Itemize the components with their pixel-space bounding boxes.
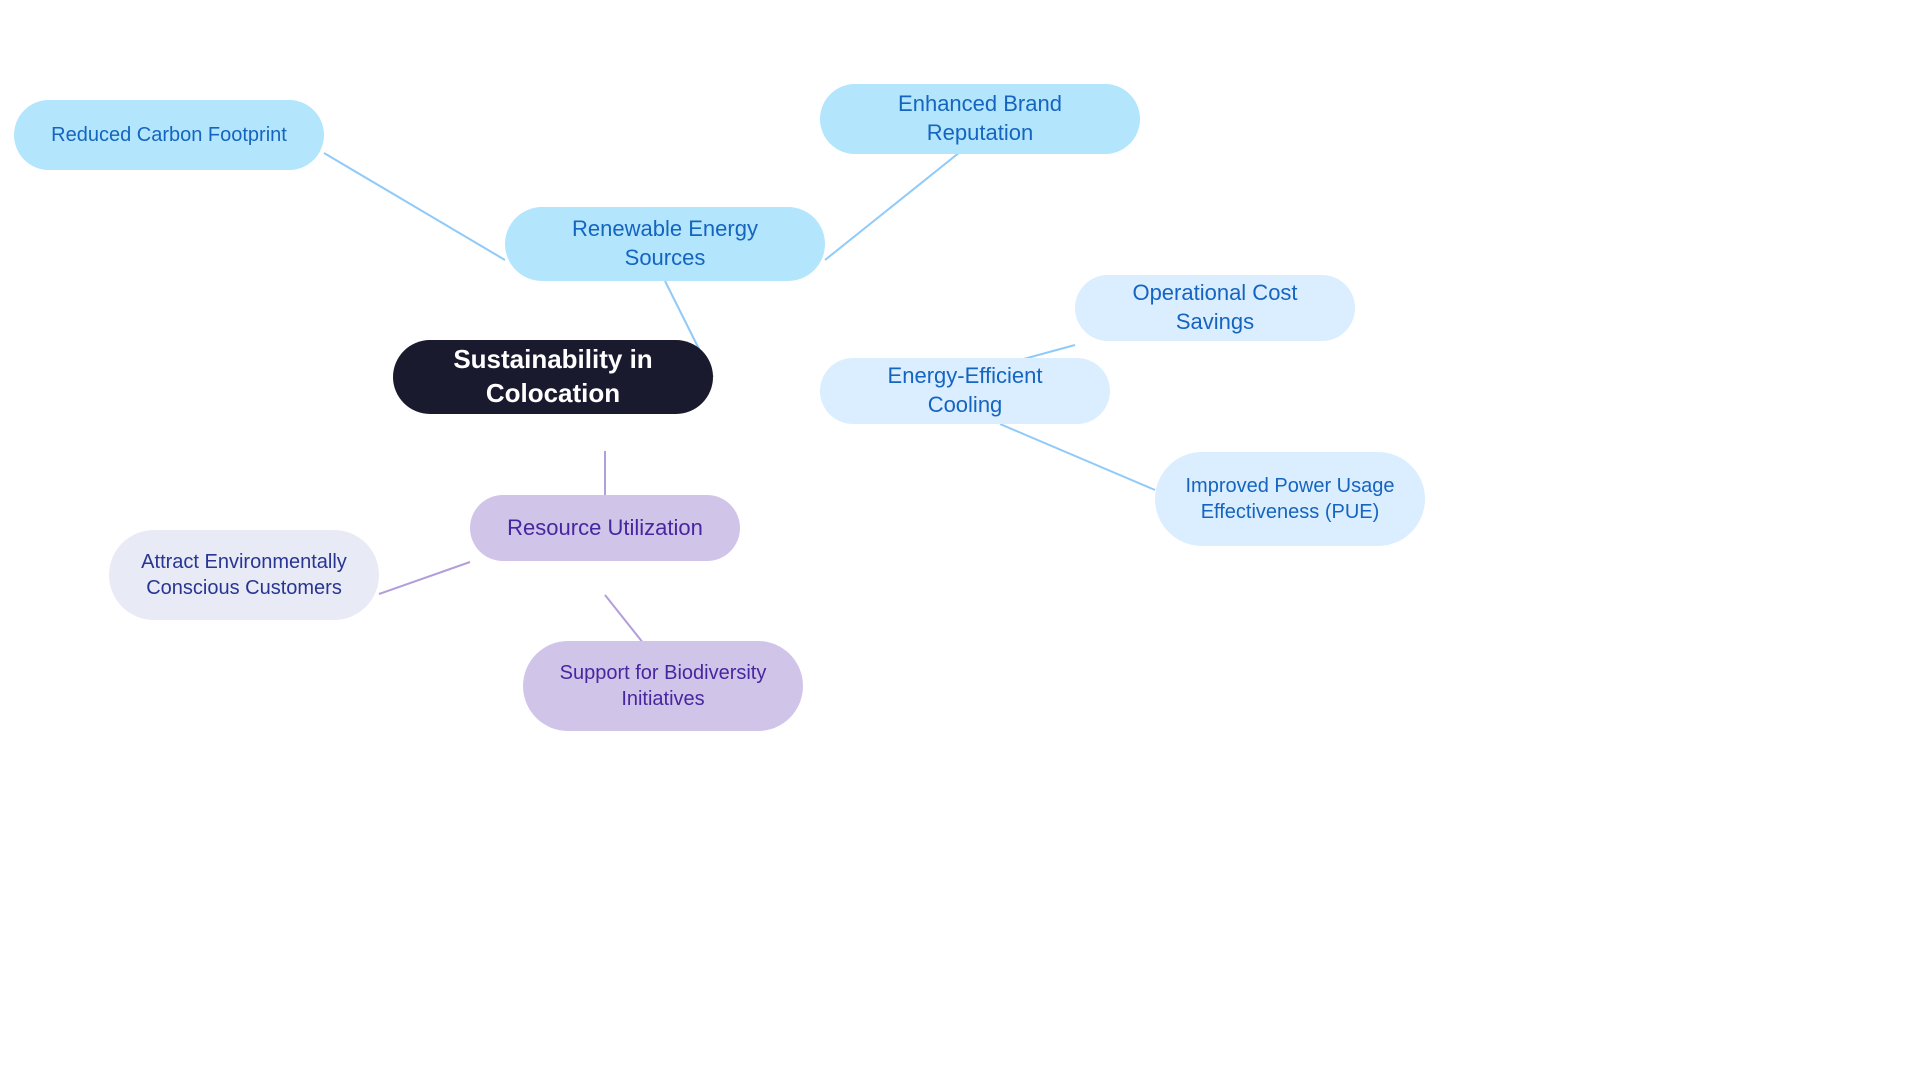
attract-customers-node: Attract Environmentally Conscious Custom… (109, 530, 379, 620)
enhanced-brand-node: Enhanced Brand Reputation (820, 84, 1140, 154)
mindmap-container: Sustainability in Colocation Renewable E… (0, 0, 1920, 1083)
reduced-carbon-node: Reduced Carbon Footprint (14, 100, 324, 170)
biodiversity-node: Support for Biodiversity Initiatives (523, 641, 803, 731)
operational-cost-node: Operational Cost Savings (1075, 275, 1355, 341)
improved-pue-node: Improved Power Usage Effectiveness (PUE) (1155, 452, 1425, 546)
resource-utilization-node: Resource Utilization (470, 495, 740, 561)
center-node: Sustainability in Colocation (393, 340, 713, 414)
energy-cooling-node: Energy-Efficient Cooling (820, 358, 1110, 424)
renewable-energy-node: Renewable Energy Sources (505, 207, 825, 281)
